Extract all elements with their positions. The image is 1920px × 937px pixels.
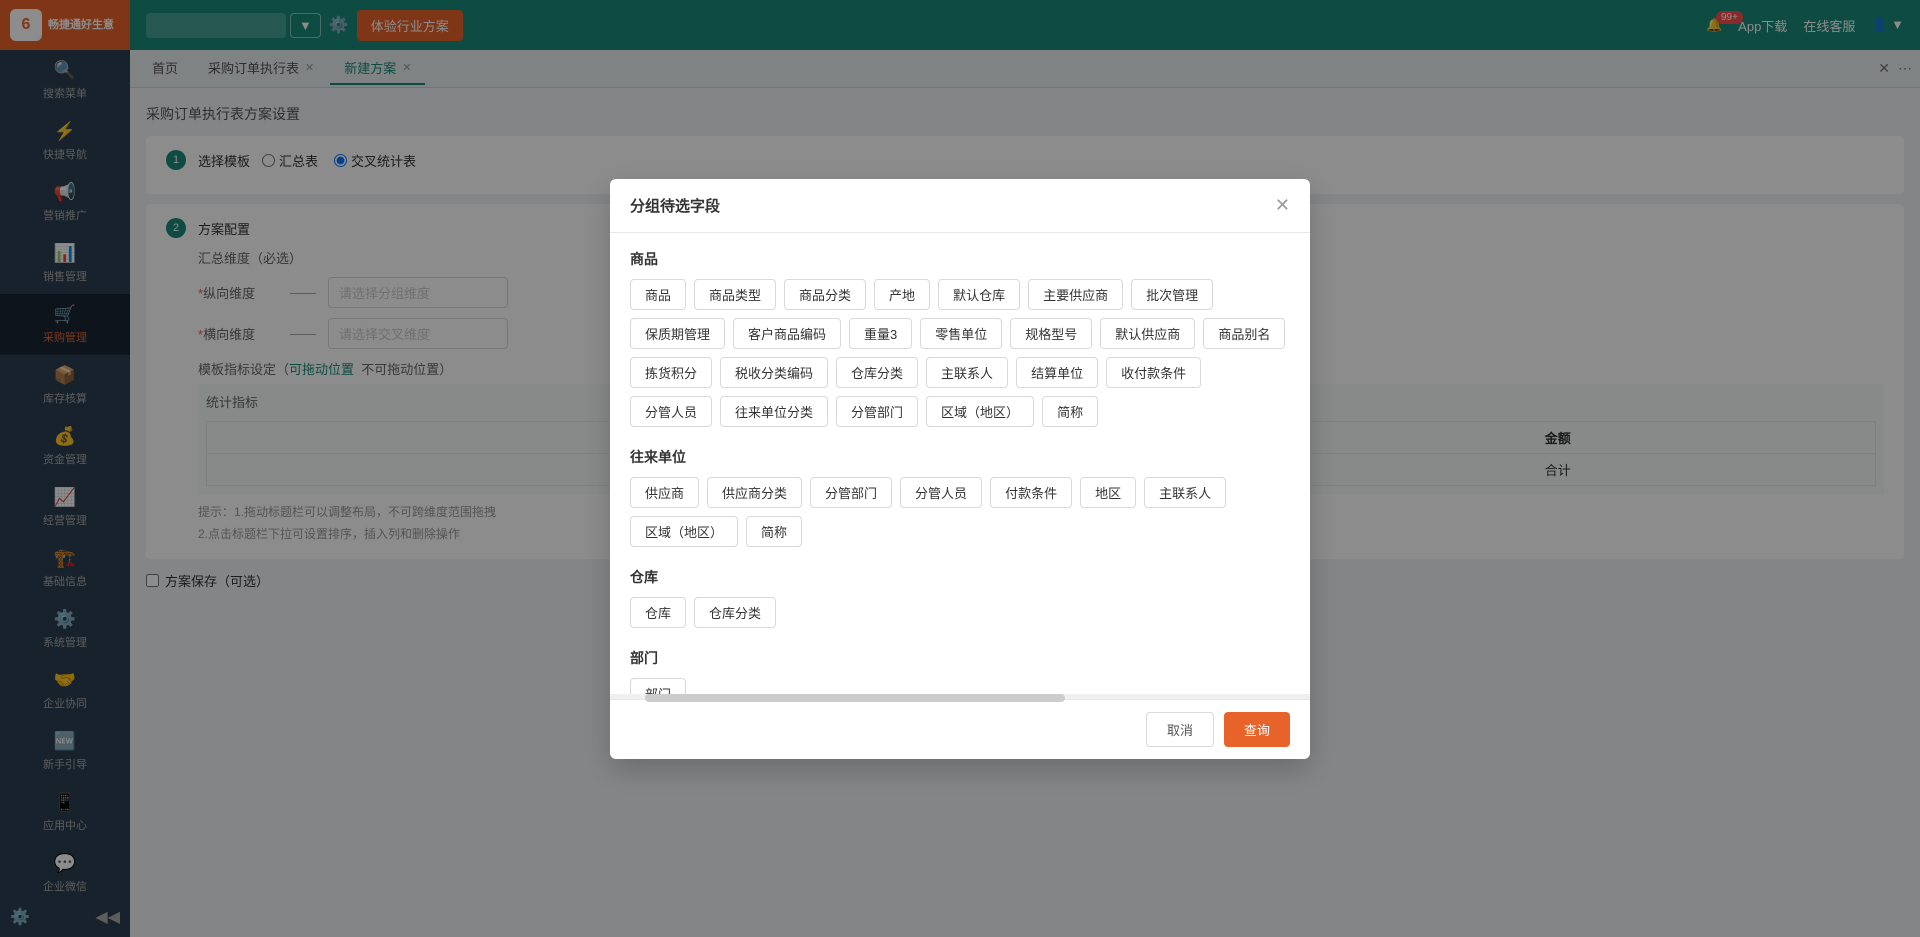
field-tag[interactable]: 付款条件 — [990, 477, 1072, 508]
field-tag[interactable]: 客户商品编码 — [733, 318, 841, 349]
field-tag[interactable]: 分管部门 — [810, 477, 892, 508]
modal-title: 分组待选字段 — [630, 195, 720, 216]
field-tag[interactable]: 默认仓库 — [938, 279, 1020, 310]
group-title-goods: 商品 — [630, 249, 1290, 269]
field-group-counterparty: 往来单位 供应商 供应商分类 分管部门 分管人员 付款条件 地区 主联系人 区域… — [630, 447, 1290, 547]
field-tag[interactable]: 分管人员 — [630, 396, 712, 427]
field-group-dept: 部门 部门 — [630, 648, 1290, 694]
field-tag[interactable]: 区域（地区） — [630, 516, 738, 547]
field-tag[interactable]: 产地 — [874, 279, 930, 310]
modal-hscroll[interactable] — [610, 694, 1310, 699]
field-group-goods: 商品 商品 商品类型 商品分类 产地 默认仓库 主要供应商 批次管理 保质期管理… — [630, 249, 1290, 427]
modal-footer: 取消 查询 — [610, 699, 1310, 759]
field-tag[interactable]: 供应商分类 — [707, 477, 802, 508]
field-tag[interactable]: 税收分类编码 — [720, 357, 828, 388]
dept-field-tags: 部门 — [630, 678, 1290, 694]
field-tag[interactable]: 商品分类 — [784, 279, 866, 310]
field-tag[interactable]: 批次管理 — [1131, 279, 1213, 310]
field-tag[interactable]: 结算单位 — [1016, 357, 1098, 388]
confirm-button[interactable]: 查询 — [1224, 712, 1290, 747]
field-tag[interactable]: 拣货积分 — [630, 357, 712, 388]
field-tag[interactable]: 供应商 — [630, 477, 699, 508]
group-title-warehouse: 仓库 — [630, 567, 1290, 587]
warehouse-field-tags: 仓库 仓库分类 — [630, 597, 1290, 628]
field-tag[interactable]: 保质期管理 — [630, 318, 725, 349]
field-tag[interactable]: 仓库分类 — [836, 357, 918, 388]
field-tag[interactable]: 默认供应商 — [1100, 318, 1195, 349]
field-tag[interactable]: 往来单位分类 — [720, 396, 828, 427]
field-tag[interactable]: 分管部门 — [836, 396, 918, 427]
field-tag[interactable]: 重量3 — [849, 318, 912, 349]
field-tag[interactable]: 简称 — [746, 516, 802, 547]
field-tag[interactable]: 部门 — [630, 678, 686, 694]
field-tag[interactable]: 商品类型 — [694, 279, 776, 310]
field-tag[interactable]: 简称 — [1042, 396, 1098, 427]
counterparty-field-tags: 供应商 供应商分类 分管部门 分管人员 付款条件 地区 主联系人 区域（地区） … — [630, 477, 1290, 547]
field-tag[interactable]: 仓库分类 — [694, 597, 776, 628]
modal-hscroll-thumb — [645, 694, 1065, 702]
field-tag[interactable]: 主要供应商 — [1028, 279, 1123, 310]
group-title-counterparty: 往来单位 — [630, 447, 1290, 467]
modal-header: 分组待选字段 ✕ — [610, 179, 1310, 233]
modal-body: 商品 商品 商品类型 商品分类 产地 默认仓库 主要供应商 批次管理 保质期管理… — [610, 233, 1310, 694]
field-tag[interactable]: 商品别名 — [1203, 318, 1285, 349]
field-select-modal: 分组待选字段 ✕ 商品 商品 商品类型 商品分类 产地 默认仓库 主要供应商 批… — [610, 179, 1310, 759]
group-title-dept: 部门 — [630, 648, 1290, 668]
field-tag[interactable]: 零售单位 — [920, 318, 1002, 349]
field-tag[interactable]: 主联系人 — [926, 357, 1008, 388]
field-tag[interactable]: 收付款条件 — [1106, 357, 1201, 388]
field-tag[interactable]: 主联系人 — [1144, 477, 1226, 508]
field-tag[interactable]: 仓库 — [630, 597, 686, 628]
field-tag[interactable]: 商品 — [630, 279, 686, 310]
modal-close-btn[interactable]: ✕ — [1275, 195, 1290, 216]
field-group-warehouse: 仓库 仓库 仓库分类 — [630, 567, 1290, 628]
field-tag[interactable]: 规格型号 — [1010, 318, 1092, 349]
field-tag[interactable]: 地区 — [1080, 477, 1136, 508]
modal-overlay: 分组待选字段 ✕ 商品 商品 商品类型 商品分类 产地 默认仓库 主要供应商 批… — [0, 0, 1920, 937]
goods-field-tags: 商品 商品类型 商品分类 产地 默认仓库 主要供应商 批次管理 保质期管理 客户… — [630, 279, 1290, 427]
field-tag[interactable]: 分管人员 — [900, 477, 982, 508]
cancel-button[interactable]: 取消 — [1146, 712, 1214, 747]
field-tag[interactable]: 区域（地区） — [926, 396, 1034, 427]
